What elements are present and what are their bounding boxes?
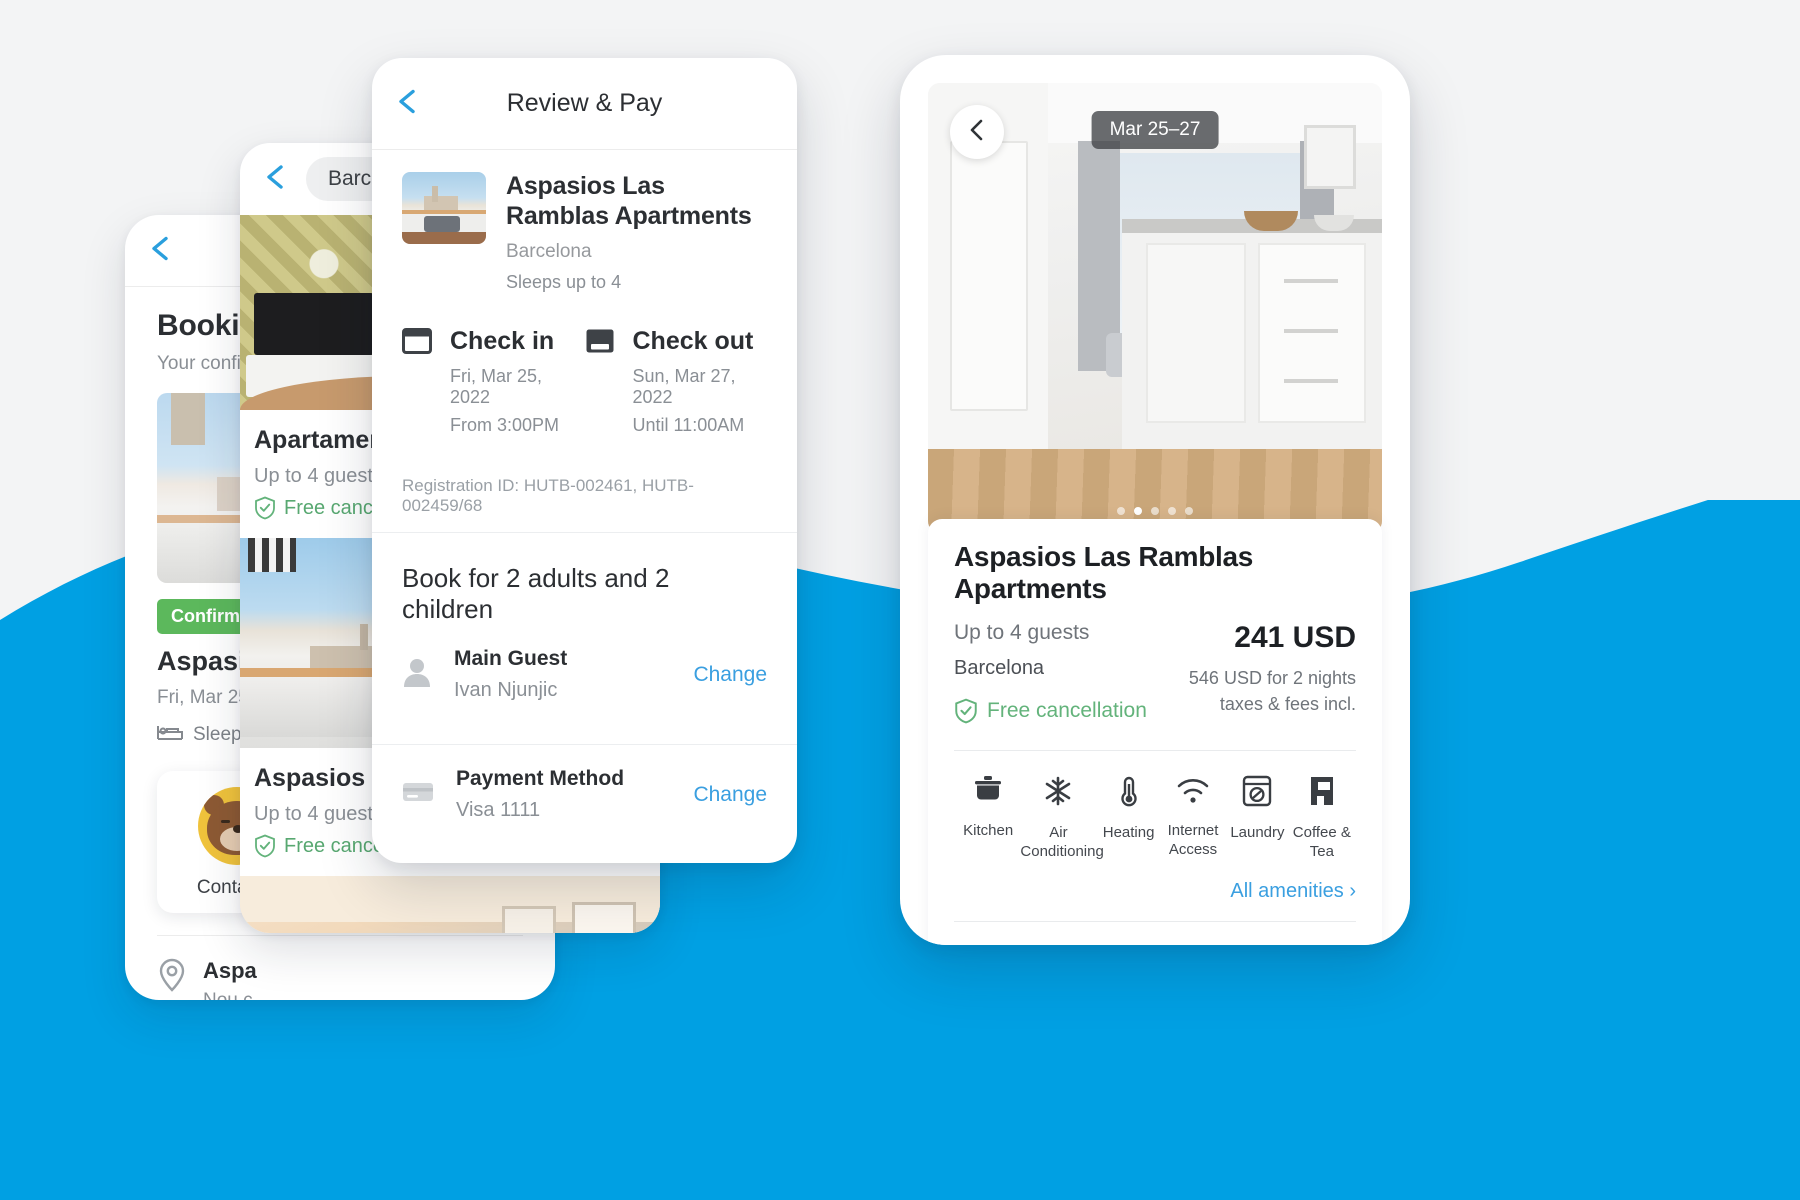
property-sleeps: Sleeps up to 4 <box>506 272 622 292</box>
gallery-dot[interactable] <box>1185 507 1193 515</box>
total-price-line1: 546 USD for 2 nights <box>1188 668 1356 688</box>
main-guest-row: Main Guest Ivan Njunjic Change <box>372 625 797 728</box>
free-cancellation-text: Free cancellation <box>987 699 1147 722</box>
amenity-laundry[interactable]: Laundry <box>1225 775 1289 862</box>
snowflake-icon <box>1041 776 1075 811</box>
result-photo-3 <box>240 876 660 933</box>
property-title: Aspasios Las Ramblas Apartments <box>954 541 1254 604</box>
property-info-card: Aspasios Las Ramblas Apartments Up to 4 … <box>928 519 1382 945</box>
book-for-heading: Book for 2 adults and 2 children <box>402 563 670 624</box>
thermometer-icon <box>1112 776 1146 811</box>
main-guest-label: Main Guest <box>454 647 568 670</box>
property-name: Aspasios Las Ramblas Apartments <box>506 172 752 230</box>
back-chevron-icon[interactable] <box>147 233 173 268</box>
check-out-label: Check out <box>632 327 754 355</box>
amenity-label: Heating <box>1102 824 1155 841</box>
gallery-dot[interactable] <box>1168 507 1176 515</box>
back-button[interactable] <box>950 105 1004 159</box>
kitchen-pot-icon <box>971 776 1005 809</box>
gallery-dot[interactable] <box>1117 507 1125 515</box>
location-row[interactable]: Aspa Nou c <box>157 936 523 1000</box>
main-guest-name: Ivan Njunjic <box>454 679 558 701</box>
property-city: Barcelona <box>954 657 1045 679</box>
payment-method-label: Payment Method <box>456 767 625 790</box>
coffee-machine-icon <box>1306 777 1338 811</box>
payment-method-row: Payment Method Visa 1111 Change <box>372 745 797 848</box>
location-title: Aspa <box>203 958 257 983</box>
check-out-time: Until 11:00AM <box>632 415 745 435</box>
property-guests: Up to 4 guests <box>954 621 1090 644</box>
shield-check-icon <box>254 496 276 520</box>
back-chevron-icon[interactable] <box>262 162 288 197</box>
amenity-coffee-tea[interactable]: Coffee & Tea <box>1290 775 1354 862</box>
credit-card-icon <box>402 779 434 810</box>
amenity-heating[interactable]: Heating <box>1096 775 1160 862</box>
property-thumbnail <box>402 172 486 244</box>
gallery-dots[interactable] <box>1117 507 1193 515</box>
booking-footer: 241 USD /night 546 USD for 2 nights i Bo… <box>954 920 1356 946</box>
check-out-block: Check out Sun, Mar 27, 2022 Until 11:00A… <box>585 327 768 436</box>
check-in-label: Check in <box>450 327 555 355</box>
amenity-label: Kitchen <box>963 822 1014 839</box>
shield-check-icon <box>254 834 276 858</box>
check-in-date: Fri, Mar 25, 2022 <box>450 366 543 407</box>
all-amenities-link[interactable]: All amenities › <box>954 868 1356 921</box>
total-price-note: 546 USD for 2 nights taxes & fees incl. <box>1189 665 1356 717</box>
person-icon <box>402 656 432 693</box>
date-range-pill[interactable]: Mar 25–27 <box>1091 111 1219 149</box>
page-title: Review & Pay <box>506 89 663 117</box>
registration-id: Registration ID: HUTB-002461, HUTB-00245… <box>402 476 694 515</box>
amenity-label: Laundry <box>1230 824 1285 841</box>
screenshot-canvas: Booking Your confirm Confirmed Aspasios … <box>0 0 1800 1200</box>
amenity-label: Internet Access <box>1167 822 1219 858</box>
check-in-block: Check in Fri, Mar 25, 2022 From 3:00PM <box>402 327 585 436</box>
calendar-checkin-icon <box>402 327 432 436</box>
gallery-dot-active[interactable] <box>1134 507 1142 515</box>
location-pin-icon <box>157 958 187 997</box>
gallery-dot[interactable] <box>1151 507 1159 515</box>
check-in-time: From 3:00PM <box>450 415 560 435</box>
back-chevron-icon <box>966 117 988 148</box>
change-payment-button[interactable]: Change <box>693 783 767 807</box>
amenity-label: Coffee & Tea <box>1292 824 1351 860</box>
review-property-section: Aspasios Las Ramblas Apartments Barcelon… <box>372 150 797 516</box>
review-navbar: Review & Pay <box>372 58 797 150</box>
washing-machine-icon <box>1241 775 1273 811</box>
change-main-guest-button[interactable]: Change <box>693 663 767 687</box>
total-price-line2: taxes & fees incl. <box>1219 694 1356 715</box>
payment-method-value: Visa 1111 <box>456 799 541 821</box>
back-chevron-icon[interactable] <box>394 86 420 121</box>
amenity-kitchen[interactable]: Kitchen <box>956 775 1020 862</box>
property-gallery[interactable]: Mar 25–27 <box>928 83 1382 533</box>
review-and-pay-screen: Review & Pay Aspasios Las Ramblas Apartm… <box>372 58 797 863</box>
amenity-internet-access[interactable]: Internet Access <box>1161 775 1225 862</box>
shield-check-icon <box>954 698 978 724</box>
free-cancellation: Free cancellation <box>954 698 1189 724</box>
bed-icon <box>157 723 183 747</box>
location-sub: Nou c <box>203 990 257 1000</box>
calendar-checkout-icon <box>585 327 615 436</box>
stay-dates: Check in Fri, Mar 25, 2022 From 3:00PM C… <box>402 327 767 436</box>
check-out-date: Sun, Mar 27, 2022 <box>632 366 736 407</box>
wifi-icon <box>1175 779 1211 809</box>
nightly-price: 241 USD <box>1234 621 1356 654</box>
amenities-list: Kitchen Air Conditioning Heating Interne… <box>954 751 1356 868</box>
amenity-air-conditioning[interactable]: Air Conditioning <box>1020 775 1104 862</box>
property-city: Barcelona <box>506 241 592 262</box>
property-detail-screen: Mar 25–27 Aspasios Las Ramblas Apartment… <box>900 55 1410 945</box>
amenity-label: Air Conditioning <box>1020 824 1104 860</box>
